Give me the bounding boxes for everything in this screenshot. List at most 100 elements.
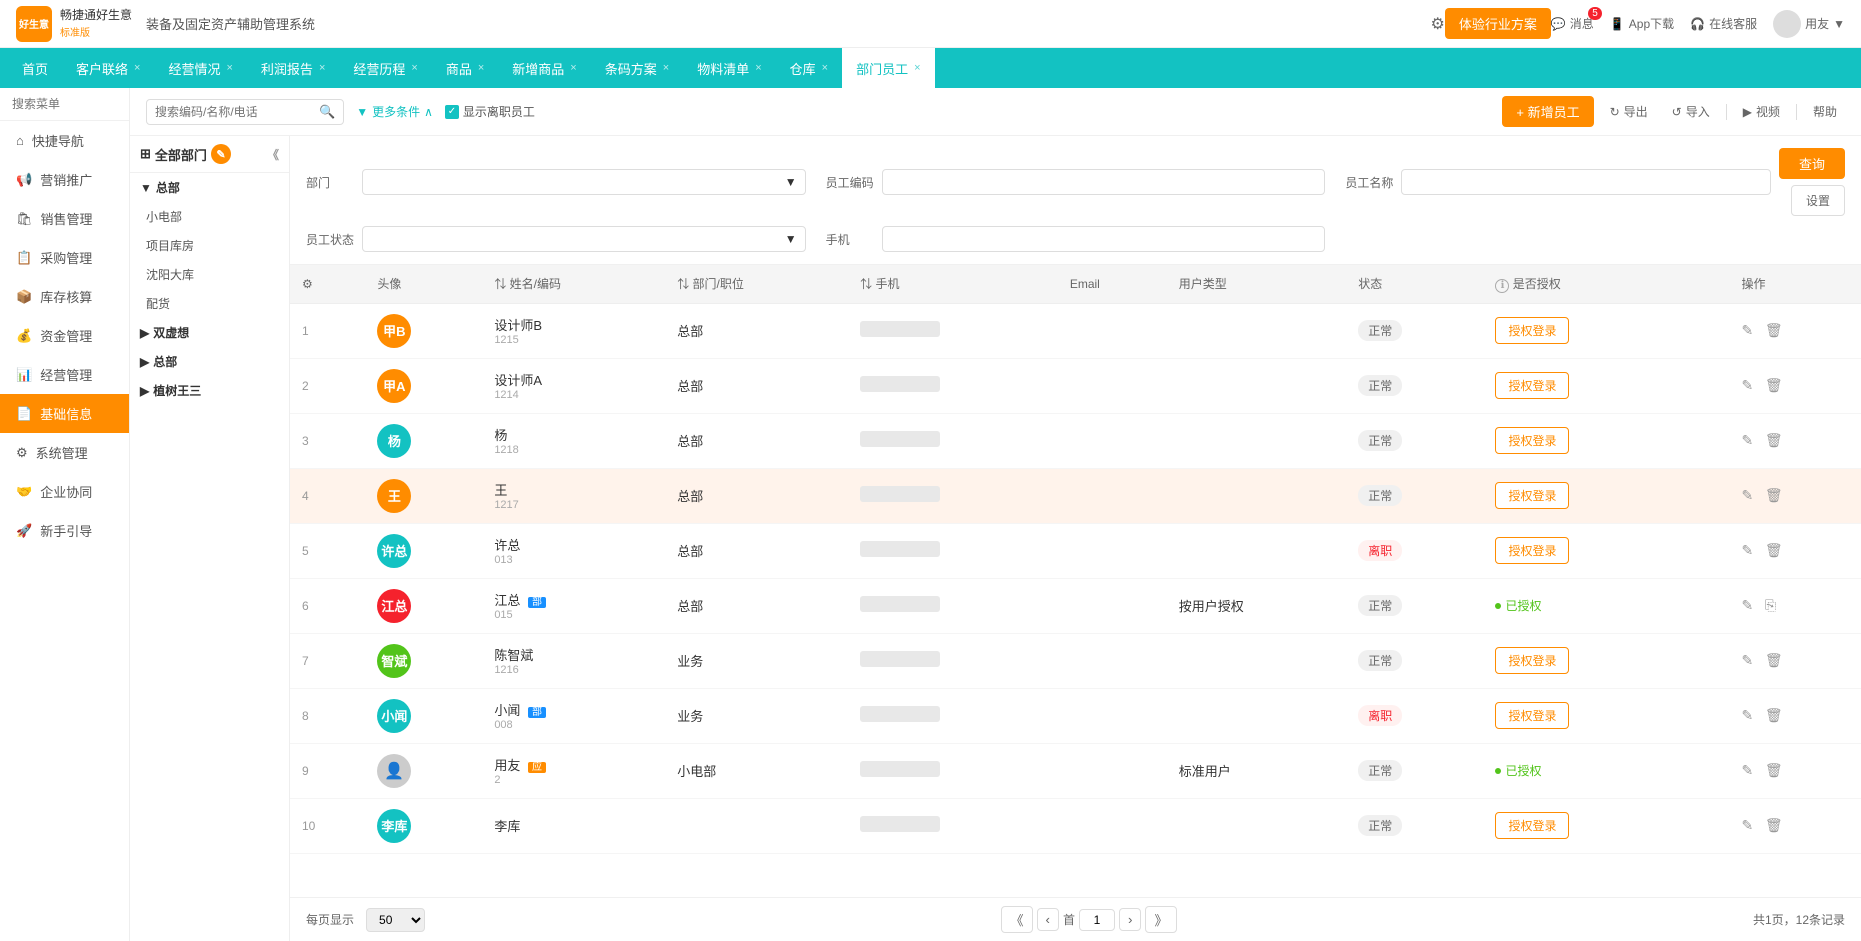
message-button[interactable]: 💬 消息 5 — [1551, 15, 1594, 32]
export-button[interactable]: ↻ 导出 — [1602, 99, 1656, 124]
trial-button[interactable]: 体验行业方案 — [1445, 8, 1551, 39]
tab-materials-close[interactable]: × — [755, 62, 761, 74]
th-name-code[interactable]: ⇅ 姓名/编码 — [482, 265, 665, 303]
dept-item-small-electric[interactable]: 小电部 — [130, 202, 289, 231]
sidebar-item-guide[interactable]: 🚀 新手引导 — [0, 511, 129, 550]
auth-button-7[interactable]: 授权登录 — [1495, 647, 1569, 674]
dept-group-wangsan[interactable]: ▶ 植树王三 — [130, 376, 289, 405]
th-dept-position[interactable]: ⇅ 部门/职位 — [665, 265, 848, 303]
sidebar-item-purchase[interactable]: 📋 采购管理 — [0, 238, 129, 277]
edit-button-4[interactable]: ✎ — [1742, 487, 1754, 503]
edit-button-6[interactable]: ✎ — [1742, 597, 1754, 613]
tab-add-goods-close[interactable]: × — [570, 62, 576, 74]
edit-button-7[interactable]: ✎ — [1742, 652, 1754, 668]
sidebar-search-input[interactable] — [12, 97, 130, 111]
tab-warehouse[interactable]: 仓库 × — [776, 48, 842, 88]
tab-add-goods[interactable]: 新增商品 × — [498, 48, 590, 88]
tab-customer[interactable]: 客户联络 × — [62, 48, 154, 88]
auth-button-3[interactable]: 授权登录 — [1495, 427, 1569, 454]
query-button[interactable]: 查询 — [1779, 148, 1845, 179]
tab-dept-staff[interactable]: 部门员工 × — [842, 48, 934, 88]
next-page-button[interactable]: › — [1119, 908, 1141, 931]
tab-profit-close[interactable]: × — [319, 62, 325, 74]
sidebar-item-corp[interactable]: 🤝 企业协同 — [0, 472, 129, 511]
sidebar-item-sales[interactable]: 🛍 销售管理 — [0, 199, 129, 238]
first-page-button[interactable]: 《 — [1001, 906, 1032, 933]
emp-code-input[interactable] — [882, 169, 1326, 195]
auth-info-icon[interactable]: ℹ — [1495, 279, 1509, 293]
page-number-input[interactable] — [1079, 909, 1115, 931]
dept-item-distribution[interactable]: 配货 — [130, 289, 289, 318]
edit-button-3[interactable]: ✎ — [1742, 432, 1754, 448]
delete-button-1[interactable]: 🗑 — [1765, 322, 1783, 338]
dept-item-project[interactable]: 项目库房 — [130, 231, 289, 260]
auth-button-2[interactable]: 授权登录 — [1495, 372, 1569, 399]
dept-item-shenyang[interactable]: 沈阳大库 — [130, 260, 289, 289]
tab-business-close[interactable]: × — [226, 62, 232, 74]
dept-group-dual[interactable]: ▶ 双虚想 — [130, 318, 289, 347]
th-settings[interactable]: ⚙ — [290, 265, 365, 303]
delete-button-10[interactable]: 🗑 — [1765, 817, 1783, 833]
delete-button-2[interactable]: 🗑 — [1765, 377, 1783, 393]
tab-dept-staff-close[interactable]: × — [914, 62, 920, 74]
tab-business[interactable]: 经营情况 × — [154, 48, 246, 88]
edit-button-9[interactable]: ✎ — [1742, 762, 1754, 778]
auth-button-1[interactable]: 授权登录 — [1495, 317, 1569, 344]
tab-customer-close[interactable]: × — [134, 62, 140, 74]
auth-button-5[interactable]: 授权登录 — [1495, 537, 1569, 564]
search-input[interactable] — [155, 105, 315, 119]
tab-barcode[interactable]: 条码方案 × — [591, 48, 683, 88]
tab-goods-close[interactable]: × — [478, 62, 484, 74]
sidebar-item-system[interactable]: ⚙ 系统管理 — [0, 433, 129, 472]
app-download-button[interactable]: 📱 App下载 — [1610, 15, 1674, 32]
tab-goods[interactable]: 商品 × — [432, 48, 498, 88]
sidebar-item-finance[interactable]: 💰 资金管理 — [0, 316, 129, 355]
tab-process-close[interactable]: × — [411, 62, 417, 74]
edit-button-5[interactable]: ✎ — [1742, 542, 1754, 558]
more-filter-button[interactable]: ▼ 更多条件 ∧ — [356, 103, 433, 120]
edit-button-8[interactable]: ✎ — [1742, 707, 1754, 723]
emp-name-input[interactable] — [1401, 169, 1771, 195]
help-button[interactable]: 帮助 — [1805, 99, 1845, 124]
dept-group-head[interactable]: ▼ 总部 — [130, 173, 289, 202]
edit-button-1[interactable]: ✎ — [1742, 322, 1754, 338]
copy-button-6[interactable]: ⎘ — [1765, 597, 1776, 613]
auth-button-10[interactable]: 授权登录 — [1495, 812, 1569, 839]
edit-button-2[interactable]: ✎ — [1742, 377, 1754, 393]
th-phone[interactable]: ⇅ 手机 — [848, 265, 1058, 303]
delete-button-8[interactable]: 🗑 — [1765, 707, 1783, 723]
phone-input[interactable] — [882, 226, 1326, 252]
reset-button[interactable]: 设置 — [1791, 185, 1845, 216]
prev-page-button[interactable]: ‹ — [1037, 908, 1059, 931]
sidebar-item-inventory[interactable]: 📦 库存核算 — [0, 277, 129, 316]
gear-button[interactable]: ⚙ — [1430, 14, 1444, 34]
page-size-select[interactable]: 50 20 100 — [366, 908, 425, 932]
online-service-button[interactable]: 🎧 在线客服 — [1690, 15, 1757, 32]
emp-status-select[interactable]: ▼ — [362, 226, 806, 252]
delete-button-9[interactable]: 🗑 — [1765, 762, 1783, 778]
import-button[interactable]: ↺ 导入 — [1664, 99, 1718, 124]
dept-tree-edit-button[interactable]: ✎ — [211, 144, 231, 164]
delete-button-3[interactable]: 🗑 — [1765, 432, 1783, 448]
dept-select[interactable]: ▼ — [362, 169, 806, 195]
edit-button-10[interactable]: ✎ — [1742, 817, 1754, 833]
delete-button-5[interactable]: 🗑 — [1765, 542, 1783, 558]
auth-button-8[interactable]: 授权登录 — [1495, 702, 1569, 729]
tab-profit[interactable]: 利润报告 × — [247, 48, 339, 88]
last-page-button[interactable]: 》 — [1145, 906, 1176, 933]
tab-materials[interactable]: 物料清单 × — [683, 48, 775, 88]
delete-button-7[interactable]: 🗑 — [1765, 652, 1783, 668]
view-button[interactable]: ▶ 视频 — [1735, 99, 1788, 124]
show-resigned-toggle[interactable]: ✓ 显示离职员工 — [445, 103, 535, 120]
sidebar-item-basic-info[interactable]: 📄 基础信息 — [0, 394, 129, 433]
tab-home[interactable]: 首页 — [8, 48, 62, 88]
add-employee-button[interactable]: + 新增员工 — [1502, 96, 1593, 127]
dept-group-head2[interactable]: ▶ 总部 — [130, 347, 289, 376]
auth-button-4[interactable]: 授权登录 — [1495, 482, 1569, 509]
sidebar-item-quick-nav[interactable]: ⌂ 快捷导航 — [0, 121, 129, 160]
tab-process[interactable]: 经营历程 × — [339, 48, 431, 88]
tab-barcode-close[interactable]: × — [663, 62, 669, 74]
tab-warehouse-close[interactable]: × — [822, 62, 828, 74]
dept-tree-collapse-button[interactable]: 《 — [267, 146, 279, 163]
user-button[interactable]: 用友 ▼ — [1773, 10, 1845, 38]
